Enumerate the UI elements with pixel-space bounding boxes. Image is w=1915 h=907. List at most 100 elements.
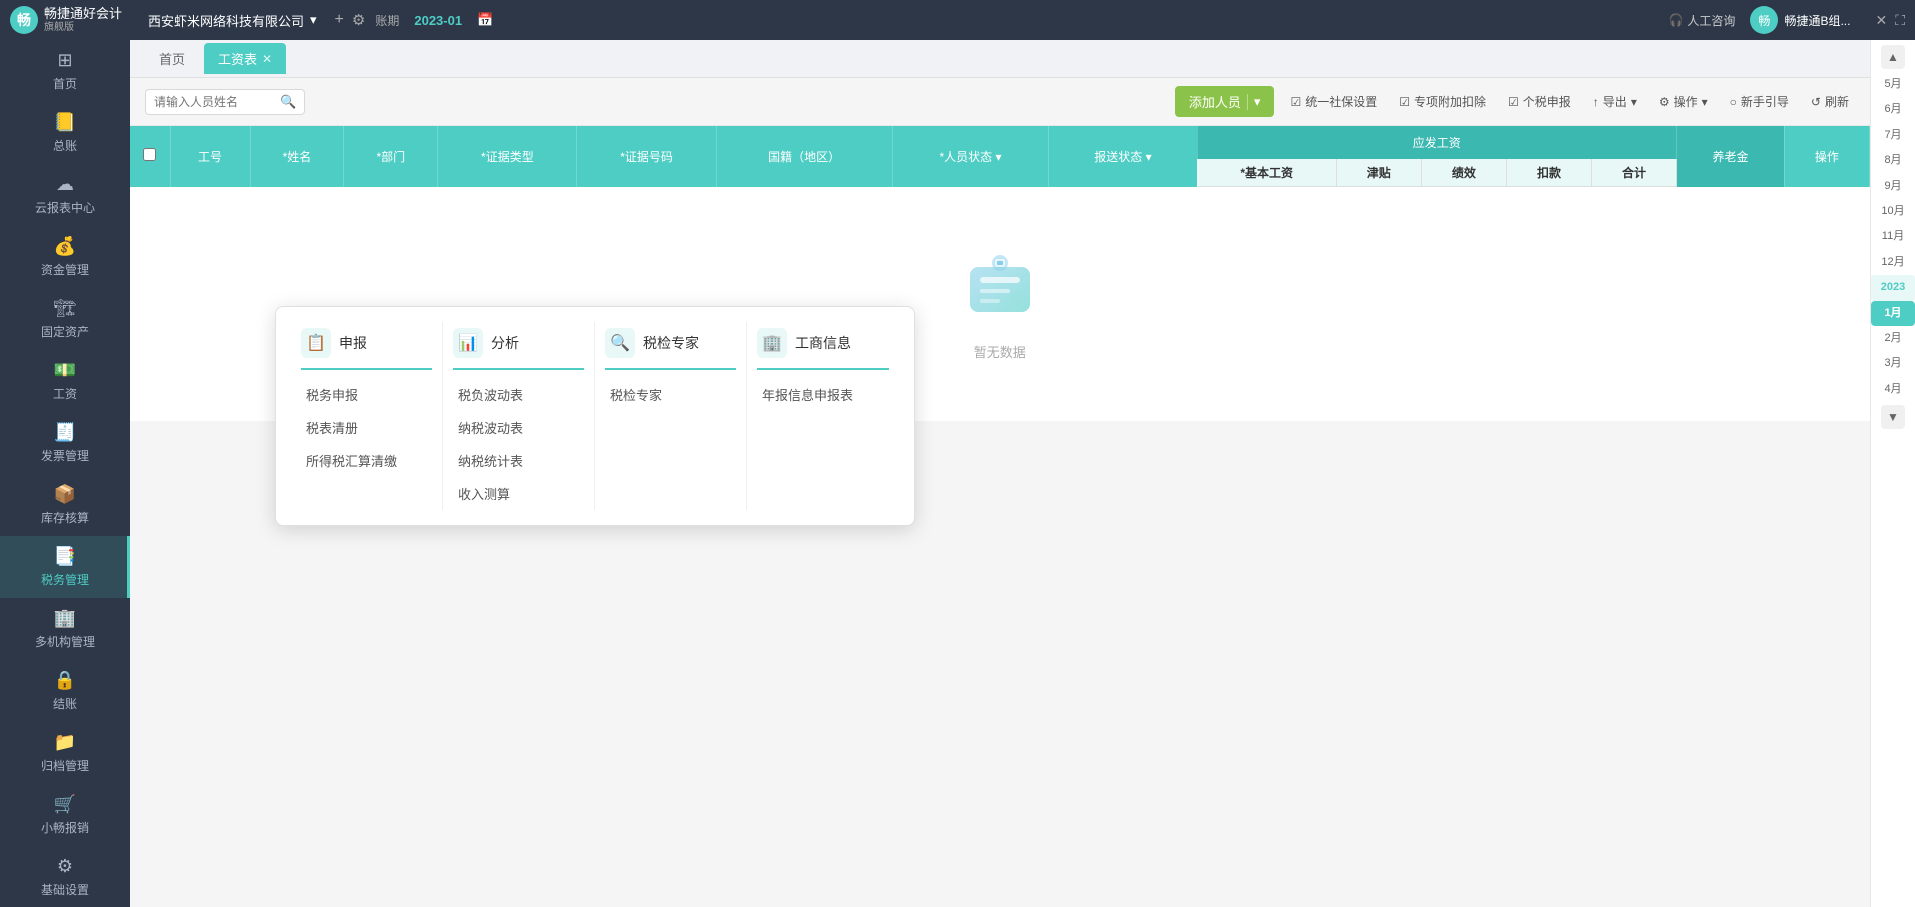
sidebar-item-invoice[interactable]: 🧾 发票管理 bbox=[0, 412, 130, 474]
new-guide-icon: ○ bbox=[1730, 95, 1737, 109]
dropdown-item-tax-declaration[interactable]: 税务申报 bbox=[301, 378, 432, 411]
calendar-month-1[interactable]: 1月 bbox=[1871, 301, 1915, 326]
calendar-month-5[interactable]: 5月 bbox=[1871, 72, 1915, 97]
export-icon: ↑ bbox=[1593, 95, 1599, 109]
sidebar-item-fund[interactable]: 💰 资金管理 bbox=[0, 226, 130, 288]
calendar-month-9[interactable]: 9月 bbox=[1871, 174, 1915, 199]
dropdown-item-tax-expert[interactable]: 税检专家 bbox=[605, 378, 736, 411]
dropdown-item-tax-form[interactable]: 税表清册 bbox=[301, 411, 432, 444]
company-dropdown-icon: ▾ bbox=[310, 12, 317, 28]
dropdown-item-annual-report[interactable]: 年报信息申报表 bbox=[757, 378, 889, 411]
search-box[interactable]: 🔍 bbox=[145, 89, 305, 115]
toolbar-right: 添加人员 ▾ ☑ 统一社保设置 ☑ 专项附加扣除 ☑ 个税申报 ↑ 导出 bbox=[1175, 86, 1855, 117]
logo-text: 畅捷通好会计 旗舰版 bbox=[44, 6, 122, 34]
col-status: *人员状态 ▾ bbox=[892, 126, 1049, 187]
calendar-month-7[interactable]: 7月 bbox=[1871, 123, 1915, 148]
tabs-bar: 首页 工资表 ✕ bbox=[130, 40, 1870, 78]
add-person-button[interactable]: 添加人员 ▾ bbox=[1175, 86, 1275, 117]
refresh-button[interactable]: ↺ 刷新 bbox=[1805, 89, 1855, 114]
calendar-month-12[interactable]: 12月 bbox=[1871, 250, 1915, 275]
sidebar-item-cloud-report[interactable]: ☁ 云报表中心 bbox=[0, 164, 130, 226]
period-value[interactable]: 2023-01 bbox=[414, 13, 462, 28]
sidebar-item-fixed-assets[interactable]: 🏗 固定资产 bbox=[0, 288, 130, 350]
assets-icon: 🏗 bbox=[54, 298, 77, 319]
col-action: 操作 bbox=[1784, 126, 1869, 187]
dropdown-item-tax-stats[interactable]: 纳税统计表 bbox=[453, 444, 584, 477]
tab-home[interactable]: 首页 bbox=[145, 43, 199, 74]
dropdown-item-tax-payment[interactable]: 纳税波动表 bbox=[453, 411, 584, 444]
dropdown-header-tax-expert: 🔍 税检专家 bbox=[605, 322, 736, 370]
calendar-month-8[interactable]: 8月 bbox=[1871, 148, 1915, 173]
logo-icon: 畅 bbox=[10, 6, 38, 34]
calendar-month-6[interactable]: 6月 bbox=[1871, 97, 1915, 122]
analysis-title: 分析 bbox=[491, 333, 519, 353]
sub-col-total: 合计 bbox=[1592, 159, 1677, 187]
col-report-status: 报送状态 ▾ bbox=[1049, 126, 1197, 187]
dropdown-item-income-tax[interactable]: 所得税汇算清缴 bbox=[301, 444, 432, 477]
calendar-month-3[interactable]: 3月 bbox=[1871, 351, 1915, 376]
new-guide-button[interactable]: ○ 新手引导 bbox=[1724, 89, 1795, 114]
col-pension: 养老金 bbox=[1677, 126, 1785, 187]
sidebar-item-payroll[interactable]: 💵 工资 bbox=[0, 350, 130, 412]
tab-payroll[interactable]: 工资表 ✕ bbox=[204, 43, 286, 74]
sidebar-item-home[interactable]: ⊞ 首页 bbox=[0, 40, 130, 102]
table-container: 工号 *姓名 *部门 *证据类型 *证据号码 国籍（地区） *人员状态 ▾ 报送… bbox=[130, 126, 1870, 907]
special-deduction-button[interactable]: ☑ 专项附加扣除 bbox=[1393, 89, 1492, 114]
sidebar-item-closing[interactable]: 🔒 结账 bbox=[0, 660, 130, 722]
calendar-month-10[interactable]: 10月 bbox=[1871, 199, 1915, 224]
header-right: 🎧 人工咨询 畅 畅捷通B组... ✕ ⛶ bbox=[1668, 6, 1905, 34]
settings-icon[interactable]: ⚙ bbox=[352, 11, 365, 29]
social-insurance-button[interactable]: ☑ 统一社保设置 bbox=[1284, 89, 1383, 114]
tab-close-icon[interactable]: ✕ bbox=[262, 52, 272, 66]
user-name[interactable]: 畅捷通B组... bbox=[1784, 12, 1850, 29]
tab-payroll-label: 工资表 bbox=[218, 49, 257, 68]
ledger-icon: 📒 bbox=[54, 112, 76, 133]
calendar-up-arrow[interactable]: ▲ bbox=[1881, 45, 1905, 69]
sidebar-item-inventory[interactable]: 📦 库存核算 bbox=[0, 474, 130, 536]
sidebar-item-mini-sales[interactable]: 🛒 小畅报销 bbox=[0, 784, 130, 846]
sidebar-label-invoice: 发票管理 bbox=[41, 447, 89, 464]
select-all-checkbox[interactable] bbox=[143, 148, 156, 161]
social-insurance-icon: ☑ bbox=[1290, 95, 1301, 109]
calendar-month-4[interactable]: 4月 bbox=[1871, 377, 1915, 402]
col-region: 国籍（地区） bbox=[716, 126, 892, 187]
individual-tax-label: 个税申报 bbox=[1523, 93, 1571, 110]
tax-expert-icon: 🔍 bbox=[605, 328, 635, 358]
app-logo: 畅 畅捷通好会计 旗舰版 bbox=[10, 6, 140, 34]
empty-icon bbox=[960, 247, 1040, 327]
sidebar-item-multi-org[interactable]: 🏢 多机构管理 bbox=[0, 598, 130, 660]
close-window-icon[interactable]: ✕ bbox=[1875, 12, 1887, 29]
service-button[interactable]: 🎧 人工咨询 bbox=[1668, 12, 1735, 29]
sub-col-performance: 绩效 bbox=[1421, 159, 1506, 187]
dropdown-col-tax-expert: 🔍 税检专家 税检专家 bbox=[595, 322, 747, 510]
dropdown-item-income-calc[interactable]: 收入测算 bbox=[453, 477, 584, 510]
top-header: 畅 畅捷通好会计 旗舰版 西安虾米网络科技有限公司 ▾ + ⚙ 账期 2023-… bbox=[0, 0, 1915, 40]
maximize-window-icon[interactable]: ⛶ bbox=[1895, 12, 1905, 29]
col-id-num: *证据号码 bbox=[577, 126, 716, 187]
refresh-icon: ↺ bbox=[1811, 95, 1821, 109]
calendar-month-11[interactable]: 11月 bbox=[1871, 224, 1915, 249]
add-icon[interactable]: + bbox=[335, 11, 344, 29]
tab-home-label: 首页 bbox=[159, 49, 185, 68]
operations-button[interactable]: ⚙ 操作 ▾ bbox=[1653, 89, 1714, 114]
export-button[interactable]: ↑ 导出 ▾ bbox=[1587, 89, 1643, 114]
declaration-icon: 📋 bbox=[301, 328, 331, 358]
cloud-icon: ☁ bbox=[56, 174, 74, 195]
operations-arrow: ▾ bbox=[1702, 95, 1708, 109]
search-input[interactable] bbox=[154, 95, 274, 109]
sidebar-item-basic-settings[interactable]: ⚙ 基础设置 bbox=[0, 846, 130, 907]
sidebar-label-home: 首页 bbox=[53, 75, 77, 92]
sidebar-item-tax[interactable]: 📑 税务管理 bbox=[0, 536, 130, 598]
company-selector[interactable]: 西安虾米网络科技有限公司 ▾ bbox=[140, 7, 325, 34]
col-num: 工号 bbox=[170, 126, 250, 187]
sidebar-item-archive[interactable]: 📁 归档管理 bbox=[0, 722, 130, 784]
calendar-icon[interactable]: 📅 bbox=[477, 12, 493, 28]
invoice-icon: 🧾 bbox=[54, 422, 76, 443]
calendar-month-2[interactable]: 2月 bbox=[1871, 326, 1915, 351]
individual-tax-button[interactable]: ☑ 个税申报 bbox=[1502, 89, 1577, 114]
dropdown-item-tax-burden[interactable]: 税负波动表 bbox=[453, 378, 584, 411]
calendar-down-arrow[interactable]: ▼ bbox=[1881, 405, 1905, 429]
sidebar-item-ledger[interactable]: 📒 总账 bbox=[0, 102, 130, 164]
col-check[interactable] bbox=[130, 126, 170, 187]
sidebar-label-fund: 资金管理 bbox=[41, 261, 89, 278]
